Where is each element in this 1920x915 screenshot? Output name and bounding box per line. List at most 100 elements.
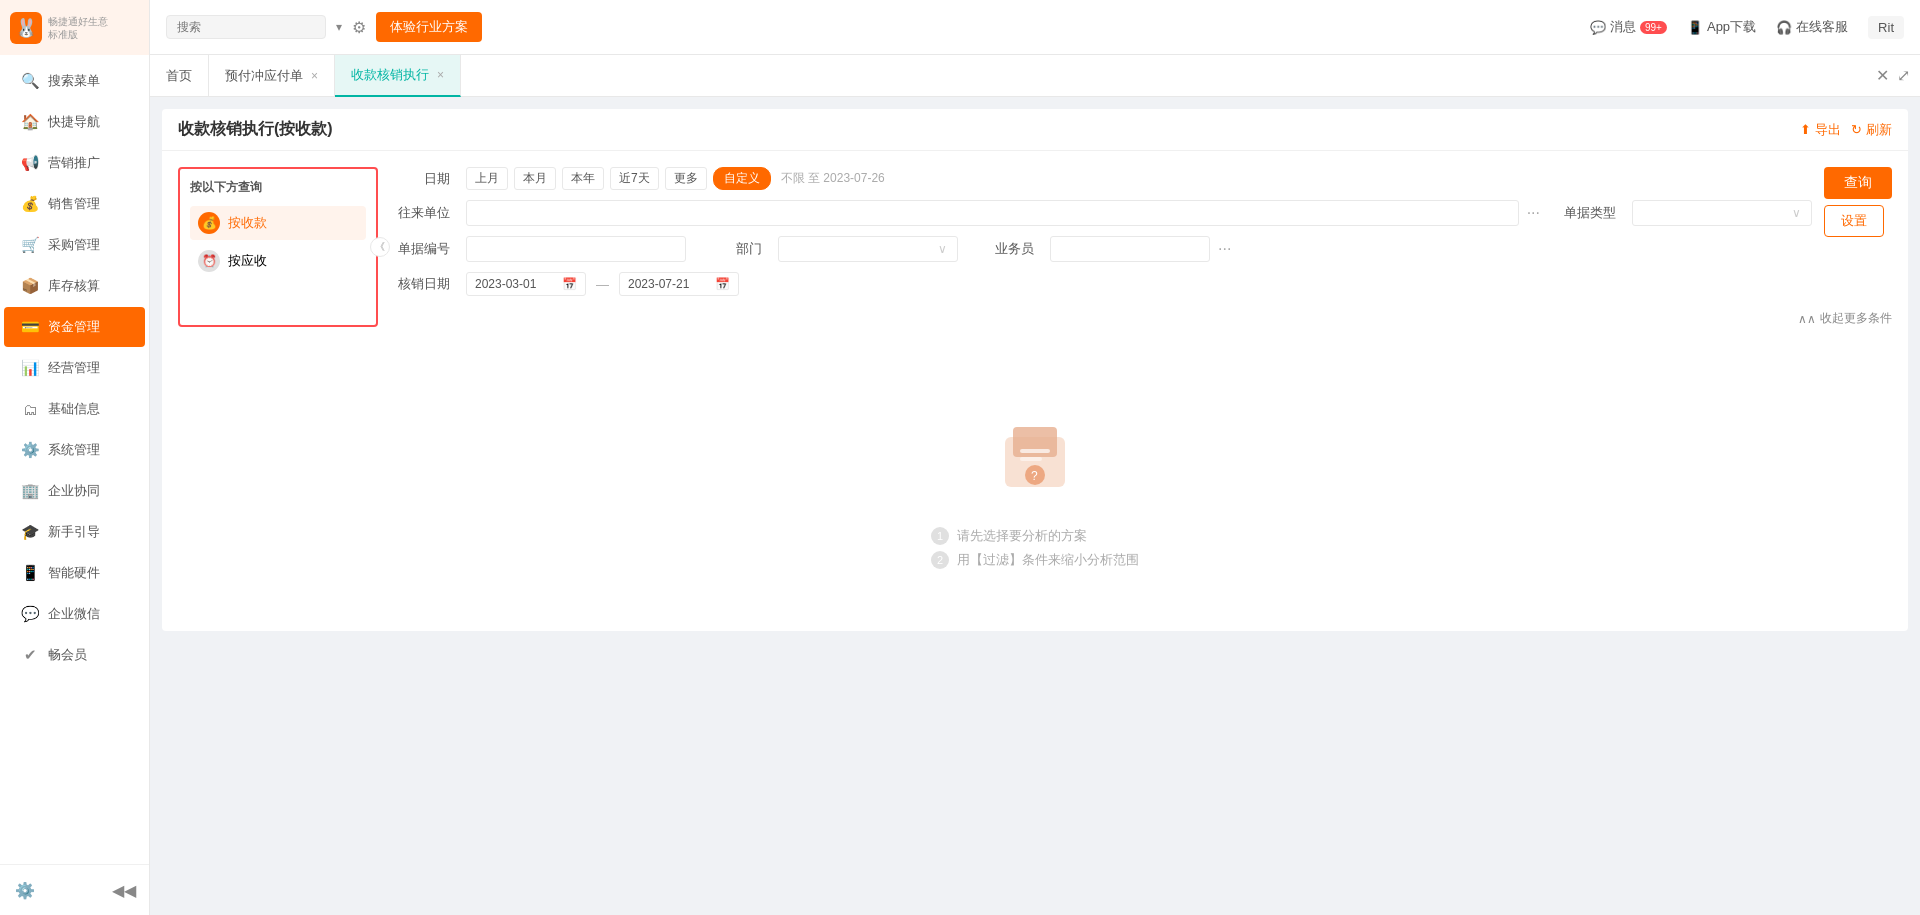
sidebar-item-basic[interactable]: 🗂 基础信息	[4, 389, 145, 429]
sidebar-item-finance[interactable]: 💳 资金管理	[4, 307, 145, 347]
date-dash: —	[592, 277, 613, 292]
inventory-icon: 📦	[20, 276, 40, 296]
filter-right: 日期 上月 本月 本年 近7天 更多 自定义 不限 至 2023-07-26	[390, 167, 1892, 327]
tab-prepay-close-icon[interactable]: ×	[311, 69, 318, 83]
tab-receive[interactable]: 收款核销执行 ×	[335, 55, 461, 97]
sidebar-item-system[interactable]: ⚙️ 系统管理	[4, 430, 145, 470]
salesperson-ellipsis[interactable]: ···	[1218, 240, 1231, 258]
tab-receive-close-icon[interactable]: ×	[437, 68, 444, 82]
doc-type-select[interactable]: ∨	[1632, 200, 1812, 226]
date-label: 日期	[390, 170, 450, 188]
sidebar-item-wechat[interactable]: 💬 企业微信	[4, 594, 145, 634]
date-btn-this-year[interactable]: 本年	[562, 167, 604, 190]
close-tab-icon[interactable]: ✕	[1876, 66, 1889, 85]
settings-icon[interactable]: ⚙️	[10, 875, 40, 905]
writeoff-start-value: 2023-03-01	[475, 277, 536, 291]
calendar-end-icon: 📅	[715, 277, 730, 291]
sidebar-item-member[interactable]: ✔ 畅会员	[4, 635, 145, 675]
calendar-start-icon: 📅	[562, 277, 577, 291]
date-btn-more[interactable]: 更多	[665, 167, 707, 190]
svg-rect-3	[1020, 457, 1042, 461]
sidebar-item-label: 系统管理	[48, 441, 100, 459]
topbar-settings-icon[interactable]: ⚙	[352, 18, 366, 37]
sidebar-item-guide[interactable]: 🎓 新手引导	[4, 512, 145, 552]
dropdown-arrow-icon[interactable]: ▾	[336, 20, 342, 34]
filter-collapse-btn[interactable]: 《	[370, 237, 390, 257]
partner-input[interactable]	[466, 200, 1519, 226]
topbar: ▾ ⚙ 体验行业方案 💬 消息 99+ 📱 App下载 🎧 在线客服 Rit	[150, 0, 1920, 55]
topbar-left: ▾ ⚙ 体验行业方案	[166, 12, 482, 42]
service-btn[interactable]: 🎧 在线客服	[1776, 18, 1848, 36]
main-area: ▾ ⚙ 体验行业方案 💬 消息 99+ 📱 App下载 🎧 在线客服 Rit	[150, 0, 1920, 915]
receipt-icon: 💰	[198, 212, 220, 234]
tab-right-actions: ✕ ⤢	[1876, 66, 1920, 85]
guide-icon: 🎓	[20, 522, 40, 542]
search-input[interactable]	[166, 15, 326, 39]
sales-icon: 💰	[20, 194, 40, 214]
hardware-icon: 📱	[20, 563, 40, 583]
expand-tab-icon[interactable]: ⤢	[1897, 66, 1910, 85]
sidebar-item-search[interactable]: 🔍 搜索菜单	[4, 61, 145, 101]
sidebar-logo: 🐰 畅捷通好生意 标准版	[0, 0, 149, 55]
logo-subtitle: 标准版	[48, 28, 108, 41]
industry-btn[interactable]: 体验行业方案	[376, 12, 482, 42]
filter-option-receipt[interactable]: 💰 按收款	[190, 206, 366, 240]
empty-tip-1: 1 请先选择要分析的方案	[931, 527, 1139, 545]
sidebar-item-label: 搜索菜单	[48, 72, 100, 90]
filter-area: 按以下方查询 💰 按收款 ⏰ 按应收 《	[178, 167, 1892, 327]
logo-title: 畅捷通好生意	[48, 15, 108, 28]
tab-home-label: 首页	[166, 67, 192, 85]
query-btn[interactable]: 查询	[1824, 167, 1892, 199]
content-panel: 按以下方查询 💰 按收款 ⏰ 按应收 《	[162, 151, 1908, 631]
marketing-icon: 📢	[20, 153, 40, 173]
filter-option-receivable[interactable]: ⏰ 按应收	[190, 244, 366, 278]
filter-option-receipt-label: 按收款	[228, 214, 267, 232]
tab-prepay[interactable]: 预付冲应付单 ×	[209, 55, 335, 97]
sidebar-item-operation[interactable]: 📊 经营管理	[4, 348, 145, 388]
filter-option-receivable-label: 按应收	[228, 252, 267, 270]
sidebar-item-enterprise[interactable]: 🏢 企业协同	[4, 471, 145, 511]
sidebar-item-marketing[interactable]: 📢 营销推广	[4, 143, 145, 183]
dept-select[interactable]: ∨	[778, 236, 958, 262]
user-info[interactable]: Rit	[1868, 16, 1904, 39]
filter-btn-group: 查询 设置	[1824, 167, 1892, 237]
refresh-btn[interactable]: ↻ 刷新	[1851, 121, 1892, 139]
sidebar-item-label: 快捷导航	[48, 113, 100, 131]
partner-input-group: ···	[466, 200, 1540, 226]
salesperson-label: 业务员	[974, 240, 1034, 258]
writeoff-start-date[interactable]: 2023-03-01 📅	[466, 272, 586, 296]
date-btn-7days[interactable]: 近7天	[610, 167, 659, 190]
partner-ellipsis[interactable]: ···	[1527, 204, 1540, 222]
tip-num-1: 1	[931, 527, 949, 545]
export-btn[interactable]: ⬆ 导出	[1800, 121, 1841, 139]
user-name: Rit	[1878, 20, 1894, 35]
docnum-input[interactable]	[466, 236, 686, 262]
salesperson-input[interactable]	[1050, 236, 1210, 262]
operation-icon: 📊	[20, 358, 40, 378]
filter-settings-btn[interactable]: 设置	[1824, 205, 1884, 237]
sidebar-item-label: 经营管理	[48, 359, 100, 377]
app-download-btn[interactable]: 📱 App下载	[1687, 18, 1756, 36]
sidebar-item-label: 采购管理	[48, 236, 100, 254]
doc-type-select-group: ∨	[1632, 200, 1812, 226]
doc-type-arrow-icon: ∨	[1792, 206, 1801, 220]
date-options-group: 上月 本月 本年 近7天 更多 自定义 不限 至 2023-07-26	[466, 167, 885, 190]
sidebar-item-hardware[interactable]: 📱 智能硬件	[4, 553, 145, 593]
sidebar-item-sales[interactable]: 💰 销售管理	[4, 184, 145, 224]
sidebar-item-quicknav[interactable]: 🏠 快捷导航	[4, 102, 145, 142]
member-icon: ✔	[20, 645, 40, 665]
date-btn-this-month[interactable]: 本月	[514, 167, 556, 190]
filter-row-writeoff-date: 核销日期 2023-03-01 📅 — 2023-07-21	[390, 272, 1812, 296]
collapse-more-btn[interactable]: ∧∧ 收起更多条件	[390, 310, 1892, 327]
sidebar-item-purchase[interactable]: 🛒 采购管理	[4, 225, 145, 265]
collapse-sidebar-icon[interactable]: ◀◀	[109, 875, 139, 905]
sidebar-item-label: 智能硬件	[48, 564, 100, 582]
writeoff-end-date[interactable]: 2023-07-21 📅	[619, 272, 739, 296]
sidebar-item-inventory[interactable]: 📦 库存核算	[4, 266, 145, 306]
basic-icon: 🗂	[20, 399, 40, 419]
date-btn-last-month[interactable]: 上月	[466, 167, 508, 190]
sidebar-item-label: 企业微信	[48, 605, 100, 623]
date-btn-custom[interactable]: 自定义	[713, 167, 771, 190]
tab-home[interactable]: 首页	[150, 55, 209, 97]
message-btn[interactable]: 💬 消息 99+	[1590, 18, 1667, 36]
